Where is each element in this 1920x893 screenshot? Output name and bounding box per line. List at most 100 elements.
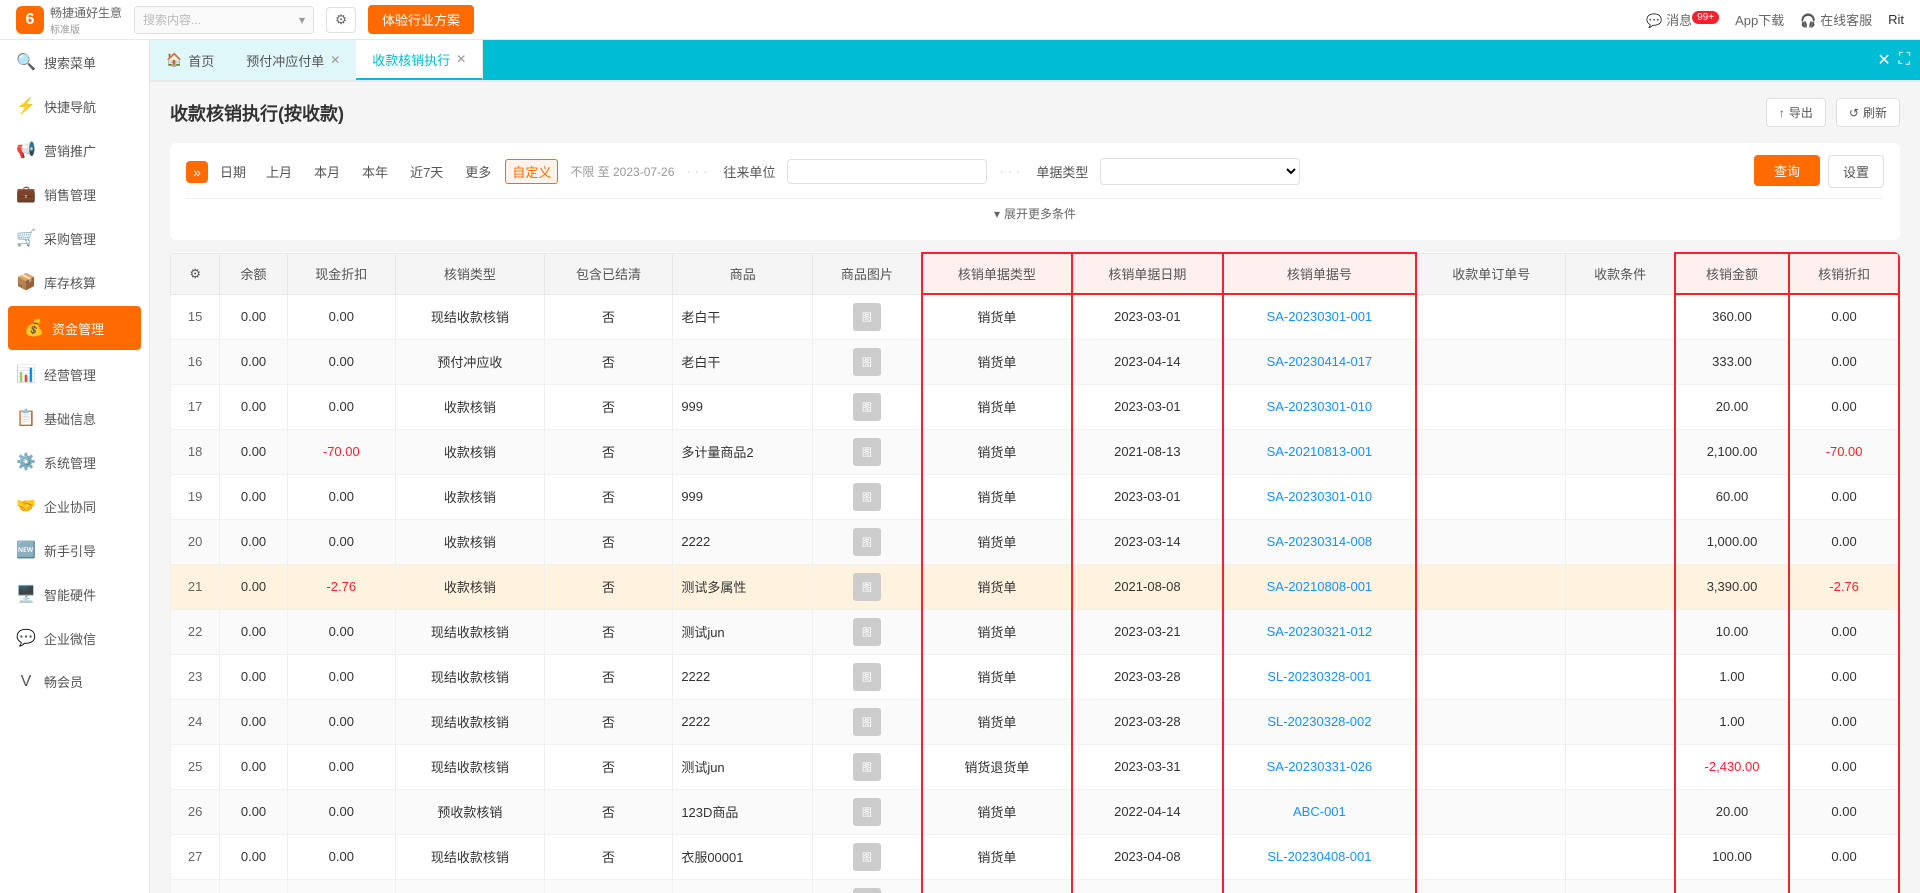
date-btn-this-year[interactable]: 本年 bbox=[354, 159, 396, 184]
sidebar-item-purchase[interactable]: 🛒 采购管理 bbox=[0, 216, 149, 260]
cell-balance: 0.00 bbox=[220, 339, 287, 384]
cell-receipt-order-no bbox=[1416, 564, 1566, 609]
cancel-bill-link[interactable]: SA-20230301-010 bbox=[1267, 399, 1373, 414]
top-bar: 6 畅捷通好生意 标准版 搜索内容... ▾ ⚙ 体验行业方案 💬 消息99+ … bbox=[0, 0, 1920, 40]
cell-no: 27 bbox=[171, 834, 220, 879]
cell-cancel-bill-date: 2023-03-01 bbox=[1072, 294, 1222, 339]
date-btn-7days[interactable]: 近7天 bbox=[402, 159, 451, 184]
export-button[interactable]: ↑ 导出 bbox=[1766, 98, 1826, 127]
cancel-bill-link[interactable]: SA-20230414-017 bbox=[1267, 354, 1373, 369]
cancel-bill-link[interactable]: SL-20230408-001 bbox=[1267, 849, 1371, 864]
user-name[interactable]: Rit bbox=[1888, 12, 1904, 27]
filter-settings-button[interactable]: 设置 bbox=[1828, 155, 1884, 188]
cell-include-settled: 否 bbox=[544, 609, 673, 654]
col-header-gear[interactable]: ⚙ bbox=[171, 253, 220, 294]
col-header-cancel-bill-no: 核销单据号 bbox=[1223, 253, 1417, 294]
date-btn-this-month[interactable]: 本月 bbox=[306, 159, 348, 184]
table-body: 15 0.00 0.00 现结收款核销 否 老白干 图 销货单 2023-03-… bbox=[171, 294, 1900, 893]
tab-receipt-cancel-close[interactable]: ✕ bbox=[456, 52, 466, 66]
cell-cancel-amount: 1.00 bbox=[1675, 654, 1789, 699]
product-img-cell: 图 bbox=[813, 744, 922, 789]
sidebar-item-marketing[interactable]: 📢 营销推广 bbox=[0, 128, 149, 172]
tab-receipt-cancel[interactable]: 收款核销执行 ✕ bbox=[356, 40, 483, 80]
cell-cancel-bill-type: 销货单 bbox=[922, 564, 1072, 609]
refresh-button[interactable]: ↺ 刷新 bbox=[1836, 98, 1900, 127]
cancel-bill-link[interactable]: SL-20230328-002 bbox=[1267, 714, 1371, 729]
cancel-bill-link[interactable]: SA-20230321-012 bbox=[1267, 624, 1373, 639]
sidebar-item-sales[interactable]: 💼 销售管理 bbox=[0, 172, 149, 216]
top-bar-left: 6 畅捷通好生意 标准版 搜索内容... ▾ ⚙ 体验行业方案 bbox=[16, 4, 474, 36]
cancel-bill-link[interactable]: SA-20230331-026 bbox=[1267, 759, 1373, 774]
sidebar-item-quicknav[interactable]: ⚡ 快捷导航 bbox=[0, 84, 149, 128]
cancel-bill-link[interactable]: SA-20230301-010 bbox=[1267, 489, 1373, 504]
sidebar-item-wechat[interactable]: 💬 企业微信 bbox=[0, 616, 149, 660]
date-options: 上月 本月 本年 近7天 更多 自定义 bbox=[258, 159, 558, 184]
product-img-cell: 图 bbox=[813, 834, 922, 879]
dropdown-arrow-icon: ▾ bbox=[299, 13, 305, 27]
expand-more-bar[interactable]: ▾ 展开更多条件 bbox=[186, 198, 1884, 228]
cell-cancel-type: 现结收款核销 bbox=[395, 654, 544, 699]
cell-cancel-bill-no: SL-20230418-001 bbox=[1223, 879, 1417, 893]
table-row: 20 0.00 0.00 收款核销 否 2222 图 销货单 2023-03-1… bbox=[171, 519, 1900, 564]
sidebar-item-system[interactable]: ⚙️ 系统管理 bbox=[0, 440, 149, 484]
cell-cancel-bill-date: 2022-04-14 bbox=[1072, 789, 1222, 834]
single-type-select[interactable] bbox=[1100, 158, 1300, 185]
sidebar-item-newuser[interactable]: 🆕 新手引导 bbox=[0, 528, 149, 572]
tab-prepay[interactable]: 预付冲应付单 ✕ bbox=[230, 40, 356, 80]
app-download-link[interactable]: App下载 bbox=[1735, 10, 1784, 29]
system-icon: ⚙️ bbox=[16, 452, 36, 472]
date-custom-btn[interactable]: 自定义 bbox=[505, 159, 558, 184]
cell-no: 16 bbox=[171, 339, 220, 384]
tab-home[interactable]: 🏠 首页 bbox=[150, 40, 230, 80]
industry-solution-button[interactable]: 体验行业方案 bbox=[368, 5, 474, 34]
sidebar-item-finance[interactable]: 💰 资金管理 bbox=[8, 306, 141, 350]
cell-cancel-discount: 0.00 bbox=[1789, 609, 1899, 654]
cell-receipt-condition bbox=[1566, 294, 1675, 339]
cell-cash-discount: 0.00 bbox=[287, 609, 395, 654]
col-header-cancel-discount: 核销折扣 bbox=[1789, 253, 1899, 294]
cell-cancel-bill-date: 2023-04-08 bbox=[1072, 834, 1222, 879]
date-btn-more[interactable]: 更多 bbox=[457, 159, 499, 184]
global-search-box[interactable]: 搜索内容... ▾ bbox=[134, 6, 314, 34]
from-unit-input[interactable] bbox=[787, 159, 987, 184]
message-icon[interactable]: 💬 消息99+ bbox=[1646, 10, 1719, 29]
settings-gear-button[interactable]: ⚙ bbox=[326, 7, 356, 33]
cancel-bill-link[interactable]: ABC-001 bbox=[1293, 804, 1346, 819]
newuser-icon: 🆕 bbox=[16, 540, 36, 560]
cell-include-settled: 否 bbox=[544, 654, 673, 699]
cell-no: 15 bbox=[171, 294, 220, 339]
cell-cancel-bill-no: ABC-001 bbox=[1223, 789, 1417, 834]
sidebar-item-base-info[interactable]: 📋 基础信息 bbox=[0, 396, 149, 440]
cancel-bill-link[interactable]: SA-20210813-001 bbox=[1267, 444, 1373, 459]
cancel-bill-link[interactable]: SA-20230314-008 bbox=[1267, 534, 1373, 549]
cell-cancel-type: 现结收款核销 bbox=[395, 609, 544, 654]
query-button[interactable]: 查询 bbox=[1754, 155, 1820, 186]
cell-no: 25 bbox=[171, 744, 220, 789]
product-img-cell: 图 bbox=[813, 564, 922, 609]
filter-collapse-button[interactable]: » bbox=[186, 161, 208, 183]
date-btn-last-month[interactable]: 上月 bbox=[258, 159, 300, 184]
close-all-tabs-icon[interactable]: ✕ bbox=[1877, 50, 1890, 70]
sidebar-item-collab[interactable]: 🤝 企业协同 bbox=[0, 484, 149, 528]
sidebar-item-search[interactable]: 🔍 搜索菜单 bbox=[0, 40, 149, 84]
cell-cash-discount: 0.00 bbox=[287, 789, 395, 834]
sidebar-item-inventory[interactable]: 📦 库存核算 bbox=[0, 260, 149, 304]
cell-balance: 0.00 bbox=[220, 699, 287, 744]
tab-prepay-close[interactable]: ✕ bbox=[330, 53, 340, 67]
cell-cancel-bill-type: 销货单 bbox=[922, 384, 1072, 429]
cell-cancel-bill-type: 销货单 bbox=[922, 519, 1072, 564]
maximize-icon[interactable]: ⛶ bbox=[1899, 51, 1910, 69]
cancel-bill-link[interactable]: SA-20230301-001 bbox=[1267, 309, 1373, 324]
cancel-bill-link[interactable]: SA-20210808-001 bbox=[1267, 579, 1373, 594]
cell-include-settled: 否 bbox=[544, 834, 673, 879]
sidebar-item-operations[interactable]: 📊 经营管理 bbox=[0, 352, 149, 396]
cancel-bill-link[interactable]: SL-20230328-001 bbox=[1267, 669, 1371, 684]
cell-balance: 0.00 bbox=[220, 879, 287, 893]
online-service-link[interactable]: 🎧 在线客服 bbox=[1800, 10, 1872, 29]
cell-cancel-discount: 0.00 bbox=[1789, 654, 1899, 699]
main-layout: 🔍 搜索菜单 ⚡ 快捷导航 📢 营销推广 💼 销售管理 🛒 采购管理 📦 库存核… bbox=[0, 40, 1920, 893]
sidebar-item-vip[interactable]: V 畅会员 bbox=[0, 660, 149, 703]
sidebar-item-hardware[interactable]: 🖥️ 智能硬件 bbox=[0, 572, 149, 616]
cell-product: 2222 bbox=[673, 519, 813, 564]
cell-include-settled: 否 bbox=[544, 699, 673, 744]
